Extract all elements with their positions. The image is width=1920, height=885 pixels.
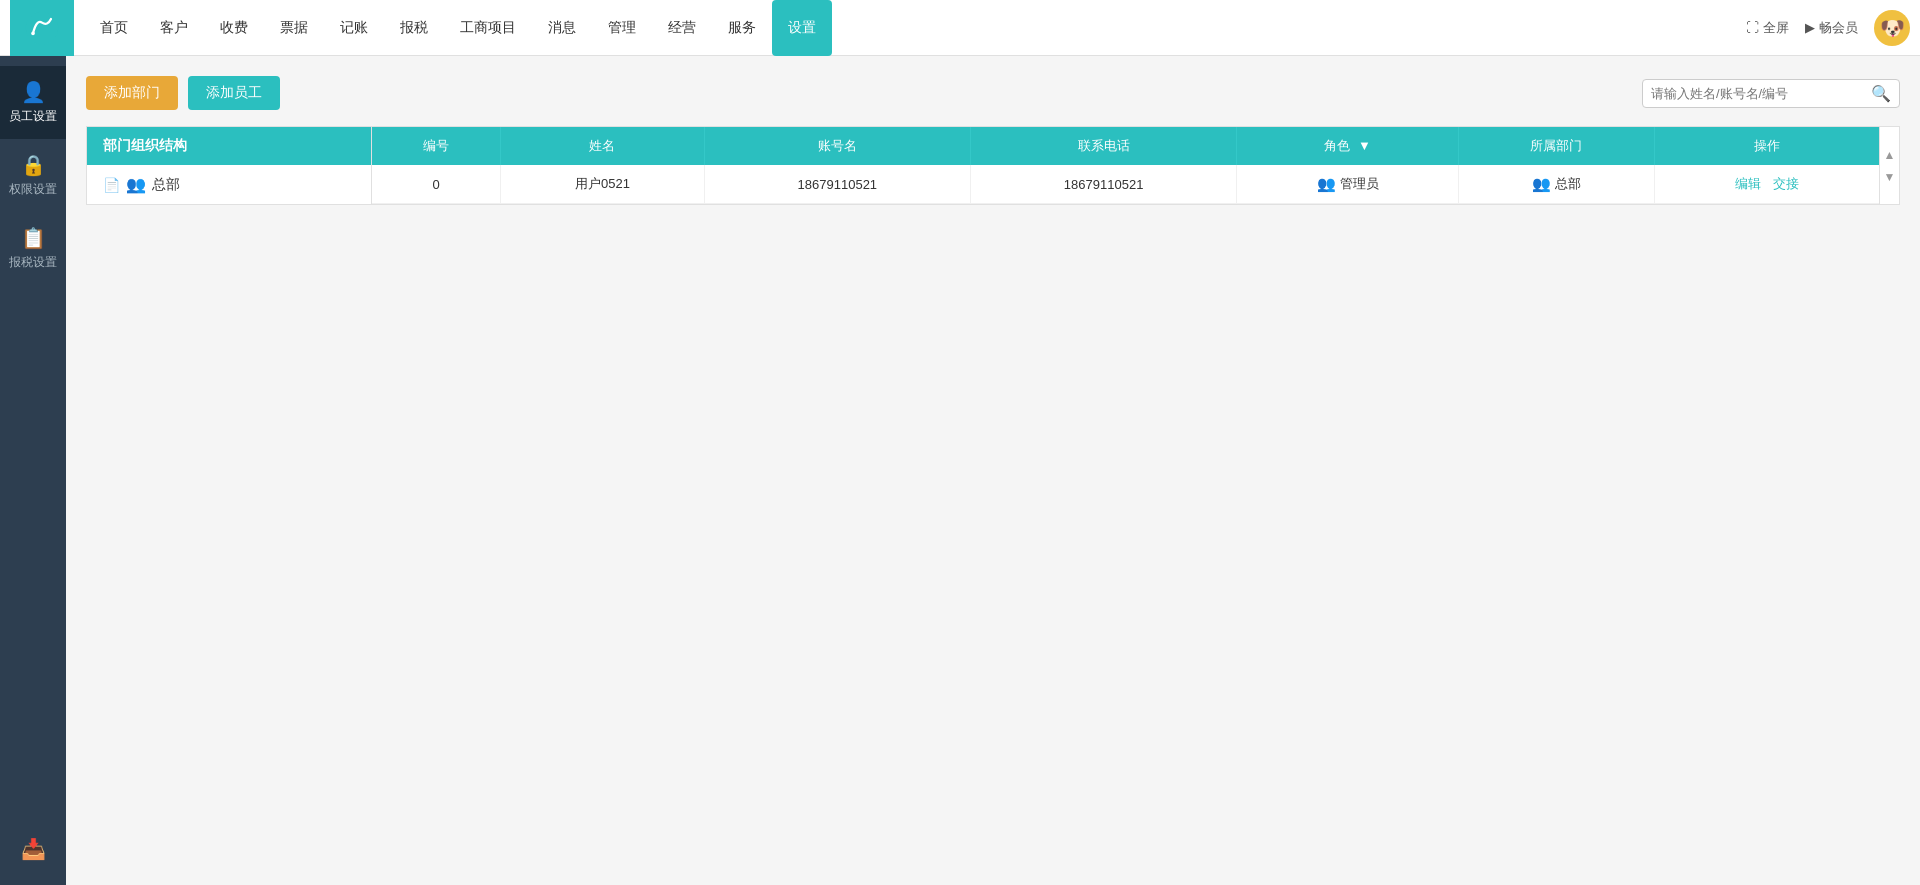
col-name: 姓名	[501, 127, 705, 165]
col-phone: 联系电话	[970, 127, 1236, 165]
sidebar-item-employee-label: 员工设置	[9, 108, 57, 125]
col-ops: 操作	[1654, 127, 1879, 165]
cell-role: 👥 管理员	[1237, 165, 1459, 204]
nav-items: 首页客户收费票据记账报税工商项目消息管理经营服务设置	[84, 0, 1746, 56]
sidebar-item-tax-label: 报税设置	[9, 254, 57, 271]
tree-file-icon: 📄	[103, 177, 120, 193]
search-area: 🔍	[1642, 79, 1900, 108]
nav-item-报税[interactable]: 报税	[384, 0, 444, 56]
col-id: 编号	[372, 127, 501, 165]
cell-id: 0	[372, 165, 501, 204]
scroll-arrows: ▲ ▼	[1879, 127, 1899, 204]
sidebar-item-employee[interactable]: 👤 员工设置	[0, 66, 66, 139]
vip-label: 畅会员	[1819, 19, 1858, 37]
nav-item-收费[interactable]: 收费	[204, 0, 264, 56]
handover-button[interactable]: 交接	[1773, 176, 1799, 191]
right-area: ⛶ 全屏 ▶ 畅会员 🐶	[1746, 10, 1910, 46]
fullscreen-icon: ⛶	[1746, 20, 1759, 35]
tax-icon: 📋	[21, 226, 46, 250]
nav-item-首页[interactable]: 首页	[84, 0, 144, 56]
avatar[interactable]: 🐶	[1874, 10, 1910, 46]
table-header: 编号 姓名 账号名 联系电话 角色 ▼ 所属部门 操作	[372, 127, 1879, 165]
col-role: 角色 ▼	[1237, 127, 1459, 165]
sidebar-item-tax[interactable]: 📋 报税设置	[0, 212, 66, 285]
employee-icon: 👤	[21, 80, 46, 104]
nav-item-票据[interactable]: 票据	[264, 0, 324, 56]
table-body: 0 用户0521 18679110521 18679110521 👥 管理员	[372, 165, 1879, 204]
cell-phone: 18679110521	[970, 165, 1236, 204]
add-dept-button[interactable]: 添加部门	[86, 76, 178, 110]
nav-item-记账[interactable]: 记账	[324, 0, 384, 56]
scroll-up-arrow[interactable]: ▲	[1880, 144, 1900, 166]
employee-table: 编号 姓名 账号名 联系电话 角色 ▼ 所属部门 操作	[372, 127, 1879, 204]
toolbar: 添加部门 添加员工 🔍	[86, 76, 1900, 110]
search-icon[interactable]: 🔍	[1871, 84, 1891, 103]
search-input[interactable]	[1651, 86, 1871, 101]
tree-item-label: 总部	[152, 176, 180, 194]
nav-item-管理[interactable]: 管理	[592, 0, 652, 56]
nav-item-设置[interactable]: 设置	[772, 0, 832, 56]
role-label: 管理员	[1340, 175, 1379, 193]
scroll-down-arrow[interactable]: ▼	[1880, 166, 1900, 188]
sidebar-bottom: 📥	[0, 823, 66, 885]
main-layout: 👤 员工设置 🔒 权限设置 📋 报税设置 📥 添加部门 添加员工 🔍	[0, 56, 1920, 885]
tree-item-headquarters[interactable]: 📄 👥 总部	[87, 165, 371, 204]
sidebar-item-permission-label: 权限设置	[9, 181, 57, 198]
svg-point-0	[26, 11, 58, 43]
cell-name: 用户0521	[501, 165, 705, 204]
dept-icon: 👥	[1532, 175, 1551, 193]
add-emp-button[interactable]: 添加员工	[188, 76, 280, 110]
edit-button[interactable]: 编辑	[1735, 176, 1761, 191]
fullscreen-label: 全屏	[1763, 19, 1789, 37]
content-area: 添加部门 添加员工 🔍 部门组织结构 📄 👥 总部	[66, 56, 1920, 885]
nav-item-经营[interactable]: 经营	[652, 0, 712, 56]
sidebar-item-permission[interactable]: 🔒 权限设置	[0, 139, 66, 212]
table-row: 0 用户0521 18679110521 18679110521 👥 管理员	[372, 165, 1879, 204]
sidebar-item-download[interactable]: 📥	[0, 823, 66, 875]
svg-point-1	[31, 31, 35, 35]
role-icon: 👥	[1317, 175, 1336, 193]
tree-header: 部门组织结构	[87, 127, 371, 165]
tree-user-icon: 👥	[126, 175, 146, 194]
top-nav: 首页客户收费票据记账报税工商项目消息管理经营服务设置 ⛶ 全屏 ▶ 畅会员 🐶	[0, 0, 1920, 56]
cell-account: 18679110521	[704, 165, 970, 204]
col-dept: 所属部门	[1458, 127, 1654, 165]
nav-item-消息[interactable]: 消息	[532, 0, 592, 56]
download-icon: 📥	[21, 837, 46, 861]
filter-icon[interactable]: ▼	[1358, 138, 1371, 153]
table-section: 部门组织结构 📄 👥 总部 编号 姓名 账号名 联系电话	[86, 126, 1900, 205]
fullscreen-button[interactable]: ⛶ 全屏	[1746, 19, 1789, 37]
nav-item-工商项目[interactable]: 工商项目	[444, 0, 532, 56]
col-account: 账号名	[704, 127, 970, 165]
nav-item-服务[interactable]: 服务	[712, 0, 772, 56]
dept-label: 总部	[1555, 175, 1581, 193]
vip-button[interactable]: ▶ 畅会员	[1805, 19, 1858, 37]
left-tree: 部门组织结构 📄 👥 总部	[87, 127, 372, 204]
cell-dept: 👥 总部	[1458, 165, 1654, 204]
sidebar: 👤 员工设置 🔒 权限设置 📋 报税设置 📥	[0, 56, 66, 885]
cell-ops: 编辑 交接	[1654, 165, 1879, 204]
vip-icon: ▶	[1805, 20, 1815, 35]
permission-icon: 🔒	[21, 153, 46, 177]
nav-item-客户[interactable]: 客户	[144, 0, 204, 56]
right-table: 编号 姓名 账号名 联系电话 角色 ▼ 所属部门 操作	[372, 127, 1879, 204]
logo	[10, 0, 74, 56]
